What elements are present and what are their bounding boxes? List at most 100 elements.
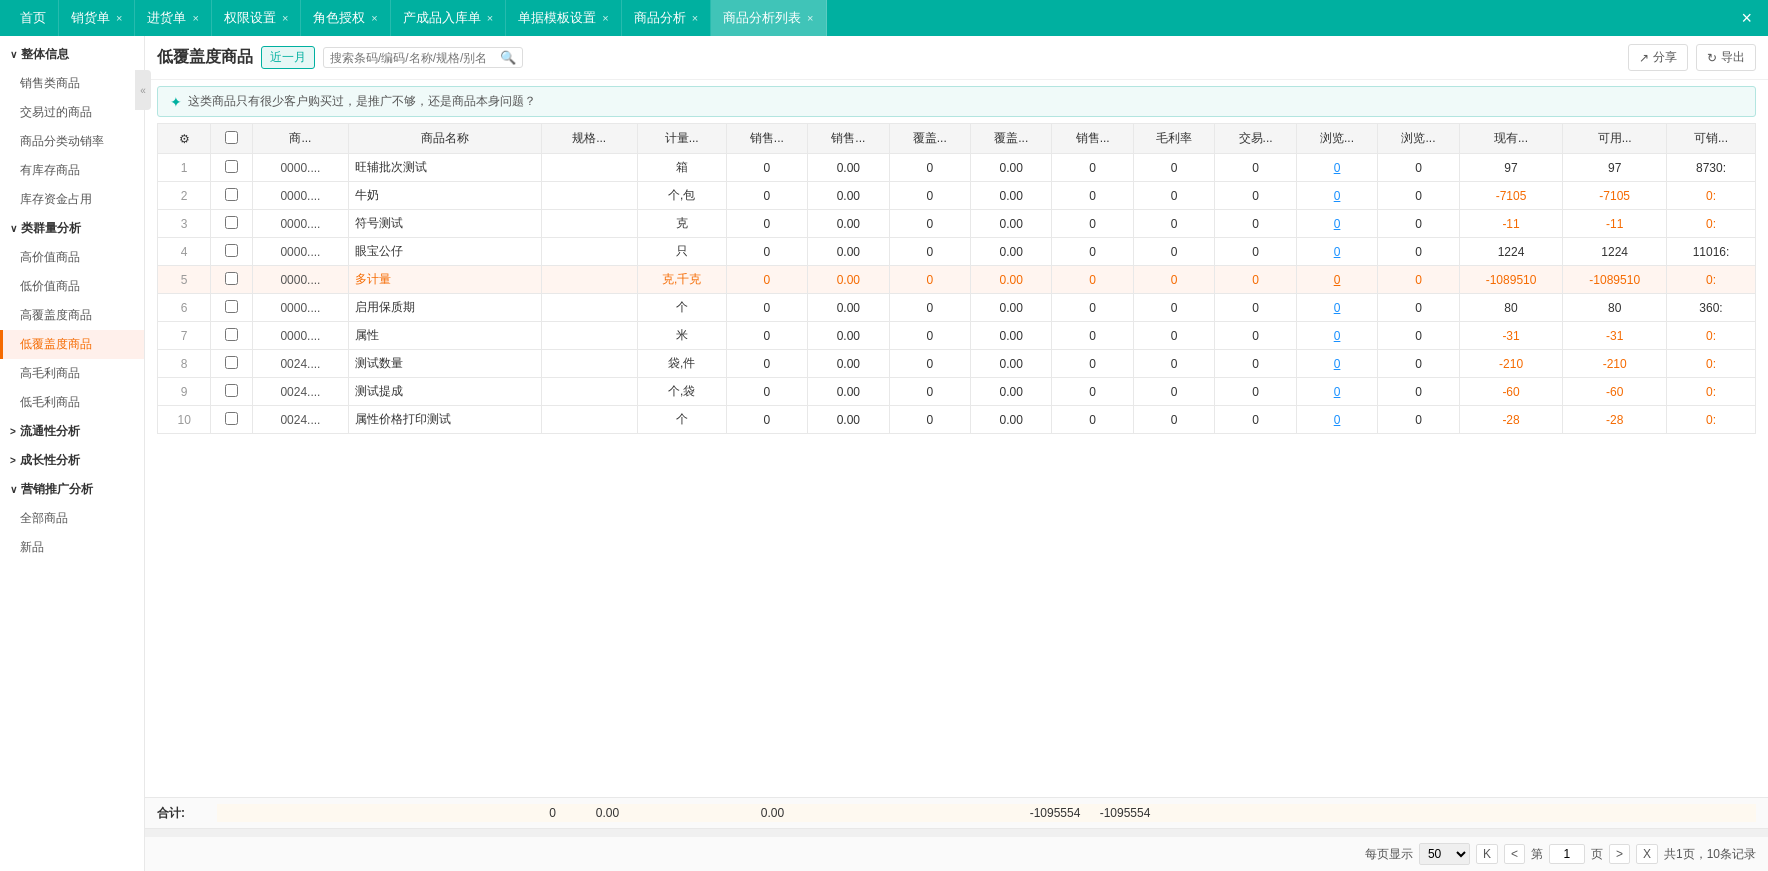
row-v1[interactable]: 0 — [1296, 154, 1377, 182]
row-spec — [541, 154, 637, 182]
sidebar-item-all-products[interactable]: 全部商品 — [0, 504, 144, 533]
export-button[interactable]: ↻ 导出 — [1696, 44, 1756, 71]
select-all-checkbox[interactable] — [225, 131, 238, 144]
row-c1: 0 — [889, 294, 970, 322]
sidebar-item-in-stock[interactable]: 有库存商品 — [0, 156, 144, 185]
row-checkbox[interactable] — [211, 378, 252, 406]
close-all-button[interactable]: × — [1733, 8, 1760, 29]
sidebar-item-low-margin[interactable]: 低毛利商品 — [0, 388, 144, 417]
row-v1[interactable]: 0 — [1296, 406, 1377, 434]
row-name[interactable]: 多计量 — [349, 266, 542, 294]
nav-sales[interactable]: 销货单 × — [59, 0, 135, 36]
sidebar-item-new-products[interactable]: 新品 — [0, 533, 144, 562]
content-area: 低覆盖度商品 近一月 🔍 ↗ 分享 ↻ 导出 ✦ 这类商品只有很少客户购买过，是… — [145, 36, 1768, 871]
row-v2: 0 — [1378, 266, 1459, 294]
prev-page-button[interactable]: < — [1504, 844, 1525, 864]
sidebar-item-low-coverage[interactable]: 低覆盖度商品 — [0, 330, 144, 359]
close-icon[interactable]: × — [192, 12, 198, 24]
settings-icon[interactable]: ⚙ — [179, 132, 190, 146]
cover2-col-header: 覆盖... — [971, 124, 1052, 154]
row-v1[interactable]: 0 — [1296, 378, 1377, 406]
row-v1[interactable]: 0 — [1296, 350, 1377, 378]
page-label: 第 — [1531, 846, 1543, 863]
row-v1[interactable]: 0 — [1296, 294, 1377, 322]
sidebar-collapse-button[interactable]: « — [135, 70, 151, 110]
row-checkbox[interactable] — [211, 350, 252, 378]
row-name[interactable]: 测试数量 — [349, 350, 542, 378]
row-v1[interactable]: 0 — [1296, 210, 1377, 238]
row-v1[interactable]: 0 — [1296, 238, 1377, 266]
row-name[interactable]: 启用保质期 — [349, 294, 542, 322]
sidebar-section-marketing[interactable]: ∨ 营销推广分析 — [0, 475, 144, 504]
search-icon[interactable]: 🔍 — [500, 50, 516, 65]
nav-home[interactable]: 首页 — [8, 0, 59, 36]
sidebar: ∨ 整体信息 销售类商品 交易过的商品 商品分类动销率 有库存商品 库存资金占用… — [0, 36, 145, 871]
row-name[interactable]: 符号测试 — [349, 210, 542, 238]
row-v1[interactable]: 0 — [1296, 322, 1377, 350]
row-checkbox[interactable] — [211, 182, 252, 210]
row-v1[interactable]: 0 — [1296, 266, 1377, 294]
nav-template[interactable]: 单据模板设置 × — [506, 0, 621, 36]
row-checkbox[interactable] — [211, 406, 252, 434]
first-page-button[interactable]: K — [1476, 844, 1498, 864]
row-avail: -31 — [1563, 322, 1667, 350]
row-spec — [541, 294, 637, 322]
last-page-button[interactable]: X — [1636, 844, 1658, 864]
sidebar-item-high-coverage[interactable]: 高覆盖度商品 — [0, 301, 144, 330]
nav-purchase[interactable]: 进货单 × — [135, 0, 211, 36]
sidebar-section-growth[interactable]: > 成长性分析 — [0, 446, 144, 475]
row-s3: 0 — [1052, 238, 1133, 266]
row-s3: 0 — [1052, 294, 1133, 322]
row-name[interactable]: 旺辅批次测试 — [349, 154, 542, 182]
close-icon[interactable]: × — [807, 12, 813, 24]
row-num: 5 — [158, 266, 211, 294]
close-icon[interactable]: × — [116, 12, 122, 24]
next-page-button[interactable]: > — [1609, 844, 1630, 864]
table-row: 6 0000.... 启用保质期 个 0 0.00 0 0.00 0 0 0 0… — [158, 294, 1756, 322]
close-icon[interactable]: × — [487, 12, 493, 24]
sidebar-item-sales-products[interactable]: 销售类商品 — [0, 69, 144, 98]
close-icon[interactable]: × — [282, 12, 288, 24]
nav-product-stock[interactable]: 产成品入库单 × — [391, 0, 506, 36]
search-input[interactable] — [330, 51, 500, 65]
sidebar-item-high-value[interactable]: 高价值商品 — [0, 243, 144, 272]
row-s1: 0 — [726, 154, 807, 182]
sidebar-section-liquidity[interactable]: > 流通性分析 — [0, 417, 144, 446]
row-sellable: 0: — [1667, 406, 1756, 434]
share-button[interactable]: ↗ 分享 — [1628, 44, 1688, 71]
date-filter-button[interactable]: 近一月 — [261, 46, 315, 69]
row-checkbox[interactable] — [211, 238, 252, 266]
sidebar-item-stock-fund[interactable]: 库存资金占用 — [0, 185, 144, 214]
row-v1[interactable]: 0 — [1296, 182, 1377, 210]
row-checkbox[interactable] — [211, 210, 252, 238]
row-name[interactable]: 牛奶 — [349, 182, 542, 210]
sidebar-item-traded-products[interactable]: 交易过的商品 — [0, 98, 144, 127]
sellable-col-header: 可销... — [1667, 124, 1756, 154]
row-name[interactable]: 属性价格打印测试 — [349, 406, 542, 434]
sidebar-item-high-margin[interactable]: 高毛利商品 — [0, 359, 144, 388]
nav-product-analysis[interactable]: 商品分析 × — [622, 0, 711, 36]
row-checkbox[interactable] — [211, 294, 252, 322]
close-icon[interactable]: × — [371, 12, 377, 24]
close-icon[interactable]: × — [602, 12, 608, 24]
nav-roles[interactable]: 角色授权 × — [301, 0, 390, 36]
nav-product-analysis-list[interactable]: 商品分析列表 × — [711, 0, 826, 36]
settings-col-header[interactable]: ⚙ — [158, 124, 211, 154]
row-checkbox[interactable] — [211, 322, 252, 350]
sidebar-item-low-value[interactable]: 低价值商品 — [0, 272, 144, 301]
page-input[interactable] — [1549, 844, 1585, 864]
row-curr: 1224 — [1459, 238, 1563, 266]
row-checkbox[interactable] — [211, 154, 252, 182]
row-name[interactable]: 眼宝公仔 — [349, 238, 542, 266]
row-s1: 0 — [726, 322, 807, 350]
sidebar-section-overall[interactable]: ∨ 整体信息 — [0, 40, 144, 69]
checkbox-col-header[interactable] — [211, 124, 252, 154]
row-checkbox[interactable] — [211, 266, 252, 294]
per-page-select[interactable]: 50 10 20 100 — [1419, 843, 1470, 865]
row-name[interactable]: 属性 — [349, 322, 542, 350]
nav-permissions[interactable]: 权限设置 × — [212, 0, 301, 36]
sidebar-item-category-rate[interactable]: 商品分类动销率 — [0, 127, 144, 156]
row-name[interactable]: 测试提成 — [349, 378, 542, 406]
sidebar-section-cluster[interactable]: ∨ 类群量分析 — [0, 214, 144, 243]
close-icon[interactable]: × — [692, 12, 698, 24]
